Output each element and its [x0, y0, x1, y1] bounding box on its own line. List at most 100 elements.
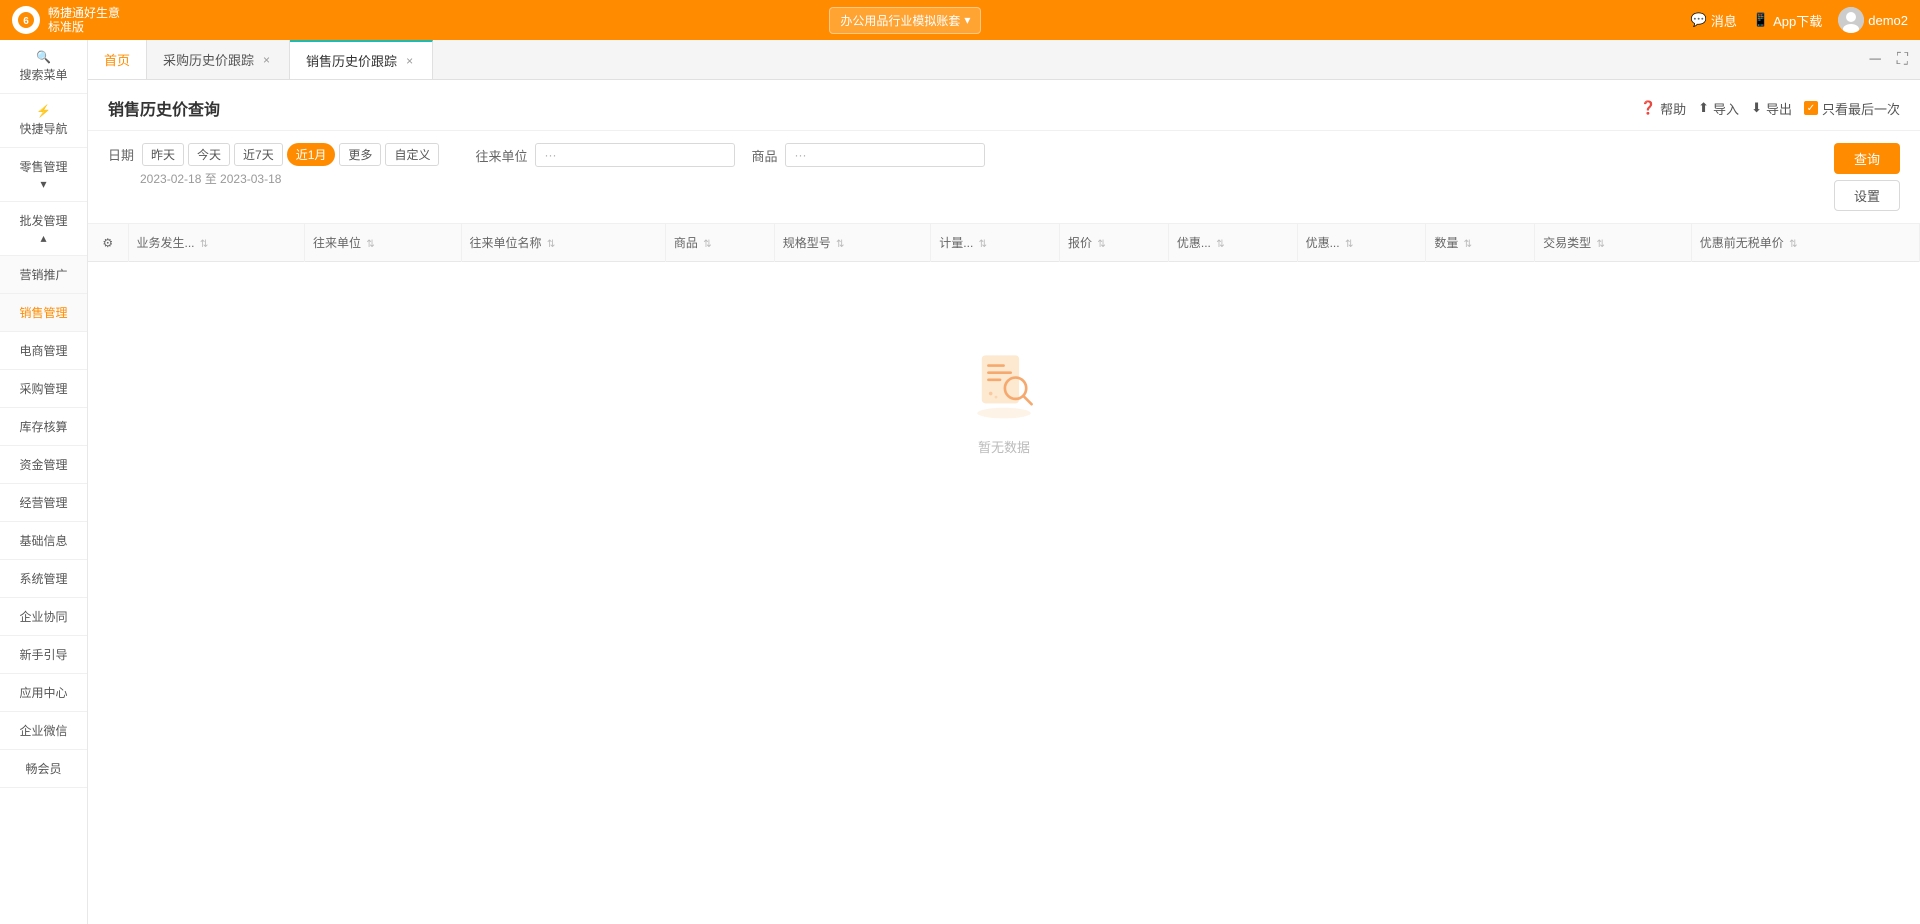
sidebar-item-sales-mgmt[interactable]: 销售管理: [0, 294, 87, 332]
sort-icon[interactable]: ⇅: [1464, 239, 1472, 250]
sidebar-item-app-center[interactable]: 应用中心: [0, 674, 87, 712]
sort-icon[interactable]: ⇅: [1097, 239, 1105, 250]
sort-icon[interactable]: ⇅: [979, 239, 987, 250]
sidebar-item-member[interactable]: 畅会员: [0, 750, 87, 788]
sort-icon[interactable]: ⇅: [1789, 239, 1797, 250]
action-buttons: 查询 设置: [1834, 143, 1900, 211]
date-btn-today[interactable]: 今天: [188, 143, 230, 166]
sidebar-item-quick-nav[interactable]: ⚡ 快捷导航: [0, 94, 87, 148]
sidebar-item-search-menu[interactable]: 🔍 搜索菜单: [0, 40, 87, 94]
sidebar-item-label: 畅会员: [25, 760, 61, 777]
sidebar-item-inventory[interactable]: 库存核算: [0, 408, 87, 446]
sort-icon[interactable]: ⇅: [836, 239, 844, 250]
sidebar-item-wholesale-mgmt[interactable]: 批发管理 ▴: [0, 202, 87, 256]
partner-input[interactable]: [535, 143, 735, 167]
col-discount2: 优惠... ⇅: [1297, 224, 1426, 262]
sort-icon[interactable]: ⇅: [1597, 239, 1605, 250]
date-filter-group: 日期 昨天 今天 近7天 近1月 更多 自定义 2023-02-18: [108, 143, 439, 187]
help-button[interactable]: ❓ 帮助: [1640, 99, 1686, 118]
only-last-checkbox-item[interactable]: ✓ 只看最后一次: [1804, 99, 1900, 118]
sort-icon[interactable]: ⇅: [1216, 239, 1224, 250]
sidebar-item-operations[interactable]: 经营管理: [0, 484, 87, 522]
sort-icon[interactable]: ⇅: [200, 239, 208, 250]
tab-close-purchase-history[interactable]: ×: [260, 52, 273, 68]
chevron-down-icon: ▾: [40, 177, 46, 191]
app-download-button[interactable]: 📱 App下载: [1753, 11, 1822, 30]
export-button[interactable]: ⬇ 导出: [1751, 99, 1792, 118]
sidebar-item-label: 零售管理: [19, 158, 67, 175]
workspace-selector[interactable]: 办公用品行业模拟账套 ▾: [829, 7, 981, 34]
tab-home[interactable]: 首页: [88, 40, 147, 79]
col-trade-type: 交易类型 ⇅: [1535, 224, 1692, 262]
sidebar-item-newbie[interactable]: 新手引导: [0, 636, 87, 674]
sales-history-tab-label: 销售历史价跟踪: [306, 51, 397, 70]
sidebar-item-marketing[interactable]: 营销推广: [0, 256, 87, 294]
sidebar-item-ecommerce[interactable]: 电商管理: [0, 332, 87, 370]
page-title: 销售历史价查询: [108, 96, 220, 120]
col-partner-code: 往来单位 ⇅: [304, 224, 461, 262]
sidebar-item-label: 电商管理: [19, 342, 67, 359]
col-biz-date: 业务发生... ⇅: [128, 224, 304, 262]
date-filter-label: 日期: [108, 145, 134, 164]
settings-button[interactable]: 设置: [1834, 180, 1900, 211]
empty-text: 暂无数据: [978, 437, 1030, 456]
sidebar-item-retail-mgmt[interactable]: 零售管理 ▾: [0, 148, 87, 202]
col-pretax-price: 优惠前无税单价 ⇅: [1691, 224, 1919, 262]
tab-minimize-button[interactable]: ─: [1865, 49, 1884, 71]
column-settings-icon[interactable]: ⚙: [102, 236, 113, 250]
import-button[interactable]: ⬆ 导入: [1698, 99, 1739, 118]
logo-icon: 6: [12, 6, 40, 34]
avatar-image: [1838, 7, 1864, 33]
sidebar-item-enterprise-wechat[interactable]: 企业微信: [0, 712, 87, 750]
date-btn-custom[interactable]: 自定义: [385, 143, 439, 166]
sidebar-item-label: 快捷导航: [19, 120, 67, 137]
sidebar-item-basic-info[interactable]: 基础信息: [0, 522, 87, 560]
col-discount1: 优惠... ⇅: [1168, 224, 1297, 262]
col-settings[interactable]: ⚙: [88, 224, 128, 262]
date-quick-buttons: 昨天 今天 近7天 近1月 更多 自定义: [142, 143, 439, 166]
sort-icon[interactable]: ⇅: [703, 239, 711, 250]
col-quote: 报价 ⇅: [1060, 224, 1169, 262]
import-icon: ⬆: [1698, 100, 1709, 116]
top-bar: 6 畅捷通好生意 标准版 办公用品行业模拟账套 ▾ 💬 消息 📱 App下载 d…: [0, 0, 1920, 40]
sidebar-item-label: 应用中心: [19, 684, 67, 701]
date-btn-yesterday[interactable]: 昨天: [142, 143, 184, 166]
sort-icon[interactable]: ⇅: [366, 239, 374, 250]
product-input[interactable]: [785, 143, 985, 167]
sidebar-item-label: 库存核算: [19, 418, 67, 435]
logo-text: 畅捷通好生意 标准版: [48, 6, 120, 35]
main-layout: 🔍 搜索菜单 ⚡ 快捷导航 零售管理 ▾ 批发管理 ▴ 营销推广 销售管理 电商…: [0, 40, 1920, 924]
empty-state: 暂无数据: [88, 262, 1920, 536]
tab-maximize-button[interactable]: ⛶: [1893, 49, 1912, 71]
sidebar-item-system-mgmt[interactable]: 系统管理: [0, 560, 87, 598]
tab-close-sales-history[interactable]: ×: [403, 53, 416, 69]
tab-sales-history[interactable]: 销售历史价跟踪 ×: [290, 40, 433, 79]
workspace-chevron-icon: ▾: [964, 13, 970, 27]
sidebar-item-label: 新手引导: [19, 646, 67, 663]
workspace-label: 办公用品行业模拟账套: [840, 12, 960, 29]
date-btn-7days[interactable]: 近7天: [234, 143, 283, 166]
sort-icon[interactable]: ⇅: [1345, 239, 1353, 250]
only-last-checkbox[interactable]: ✓: [1804, 101, 1818, 115]
query-button[interactable]: 查询: [1834, 143, 1900, 174]
sidebar-item-purchase-mgmt[interactable]: 采购管理: [0, 370, 87, 408]
sidebar-item-label: 批发管理: [19, 212, 67, 229]
col-quantity: 数量 ⇅: [1426, 224, 1535, 262]
sidebar: 🔍 搜索菜单 ⚡ 快捷导航 零售管理 ▾ 批发管理 ▴ 营销推广 销售管理 电商…: [0, 40, 88, 924]
col-partner-name: 往来单位名称 ⇅: [461, 224, 665, 262]
top-bar-left: 6 畅捷通好生意 标准版: [12, 6, 120, 35]
date-btn-more[interactable]: 更多: [339, 143, 381, 166]
sidebar-item-enterprise[interactable]: 企业协同: [0, 598, 87, 636]
tab-purchase-history[interactable]: 采购历史价跟踪 ×: [147, 40, 290, 79]
sidebar-item-finance[interactable]: 资金管理: [0, 446, 87, 484]
search-icon: 🔍: [36, 50, 51, 64]
chevron-up-icon: ▴: [40, 231, 46, 245]
sidebar-item-label: 基础信息: [19, 532, 67, 549]
message-button[interactable]: 💬 消息: [1691, 11, 1737, 30]
sort-icon[interactable]: ⇅: [547, 239, 555, 250]
date-btn-1month[interactable]: 近1月: [287, 143, 336, 166]
user-avatar[interactable]: demo2: [1838, 7, 1908, 33]
table-header-row: ⚙ 业务发生... ⇅ 往来单位 ⇅ 往来单位名称 ⇅: [88, 224, 1920, 262]
col-unit: 计量... ⇅: [931, 224, 1060, 262]
sidebar-item-label: 资金管理: [19, 456, 67, 473]
